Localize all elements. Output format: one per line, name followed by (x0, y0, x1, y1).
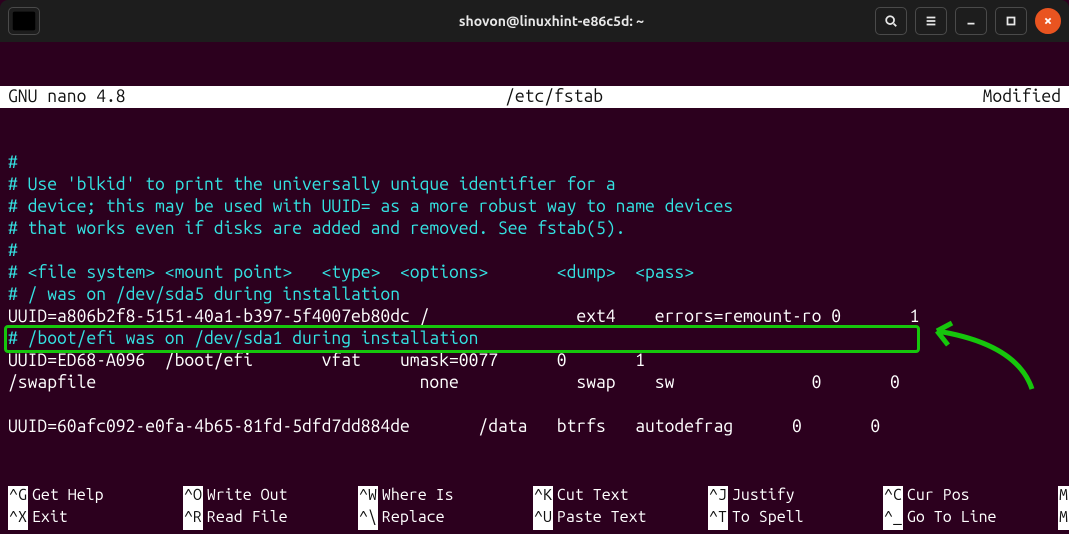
shortcut: ^UPaste Text (533, 508, 708, 530)
shortcut: ^TTo Spell (708, 508, 883, 530)
file-content[interactable]: ## Use 'blkid' to print the universally … (0, 152, 1069, 438)
window-title: shovon@linuxhint-e86c5d: ~ (228, 13, 875, 29)
file-line (8, 394, 1069, 416)
nano-shortcuts: ^GGet Help^OWrite Out^WWhere Is^KCut Tex… (8, 486, 1061, 530)
shortcut-key: ^_ (883, 508, 903, 530)
file-line: # /boot/efi was on /dev/sda1 during inst… (8, 328, 1069, 350)
file-line: # Use 'blkid' to print the universally u… (8, 174, 1069, 196)
shortcut-key: ^X (8, 508, 28, 530)
minimize-button[interactable] (955, 7, 987, 35)
search-icon (884, 14, 898, 28)
editor-name: GNU nano 4.8 (8, 86, 126, 108)
shortcut-key: ^O (183, 486, 203, 508)
window-titlebar: shovon@linuxhint-e86c5d: ~ (0, 0, 1069, 42)
shortcut: M-ERedo (1058, 508, 1069, 530)
file-line: /swapfile none swap sw 0 0 (8, 372, 1069, 394)
close-button[interactable] (1035, 8, 1061, 34)
editor-filename: /etc/fstab (126, 86, 983, 108)
shortcut: M-UUndo (1058, 486, 1069, 508)
new-tab-icon (9, 6, 39, 36)
file-line: # device; this may be used with UUID= as… (8, 196, 1069, 218)
shortcut-label: Cur Pos (907, 486, 970, 508)
shortcut-label: Where Is (382, 486, 454, 508)
shortcut-key: ^T (708, 508, 728, 530)
maximize-icon (1004, 14, 1018, 28)
file-line: # that works even if disks are added and… (8, 218, 1069, 240)
file-line: # (8, 240, 1069, 262)
shortcut-label: Cut Text (557, 486, 629, 508)
shortcut: ^CCur Pos (883, 486, 1058, 508)
shortcut: ^RRead File (183, 508, 358, 530)
shortcut: ^\Replace (358, 508, 533, 530)
shortcut-key: ^R (183, 508, 203, 530)
shortcut-key: ^J (708, 486, 728, 508)
shortcut: ^GGet Help (8, 486, 183, 508)
shortcut-label: Get Help (32, 486, 104, 508)
shortcut-key: ^U (533, 508, 553, 530)
minimize-icon (964, 14, 978, 28)
terminal-area[interactable]: GNU nano 4.8 /etc/fstab Modified ## Use … (0, 42, 1069, 460)
file-line: UUID=60afc092-e0fa-4b65-81fd-5dfd7dd884d… (8, 416, 1069, 438)
shortcut-key: M-E (1058, 508, 1069, 530)
shortcut: ^_Go To Line (883, 508, 1058, 530)
shortcut: ^WWhere Is (358, 486, 533, 508)
shortcut: ^JJustify (708, 486, 883, 508)
shortcut-key: M-U (1058, 486, 1069, 508)
file-line: # / was on /dev/sda5 during installation (8, 284, 1069, 306)
shortcut-label: Read File (207, 508, 288, 530)
shortcut-key: ^G (8, 486, 28, 508)
shortcut-key: ^W (358, 486, 378, 508)
shortcut-key: ^C (883, 486, 903, 508)
file-line: UUID=a806b2f8-5151-40a1-b397-5f4007eb80d… (8, 306, 1069, 328)
file-line: # <file system> <mount point> <type> <op… (8, 262, 1069, 284)
search-button[interactable] (875, 7, 907, 35)
shortcut: ^XExit (8, 508, 183, 530)
shortcut-label: Write Out (207, 486, 288, 508)
editor-status: Modified (983, 86, 1061, 108)
shortcut-key: ^K (533, 486, 553, 508)
shortcut-label: To Spell (732, 508, 804, 530)
shortcut-label: Go To Line (907, 508, 997, 530)
shortcut-label: Replace (382, 508, 445, 530)
shortcut: ^KCut Text (533, 486, 708, 508)
shortcut-label: Exit (32, 508, 68, 530)
file-line: UUID=ED68-A096 /boot/efi vfat umask=0077… (8, 350, 1069, 372)
maximize-button[interactable] (995, 7, 1027, 35)
file-line: # (8, 152, 1069, 174)
shortcut: ^OWrite Out (183, 486, 358, 508)
hamburger-icon (924, 14, 938, 28)
menu-button[interactable] (915, 7, 947, 35)
nano-statusbar: GNU nano 4.8 /etc/fstab Modified (0, 86, 1069, 108)
shortcut-label: Justify (732, 486, 795, 508)
new-tab-button[interactable] (8, 7, 40, 35)
shortcut-label: Paste Text (557, 508, 647, 530)
shortcut-key: ^\ (358, 508, 378, 530)
close-icon (1041, 14, 1055, 28)
